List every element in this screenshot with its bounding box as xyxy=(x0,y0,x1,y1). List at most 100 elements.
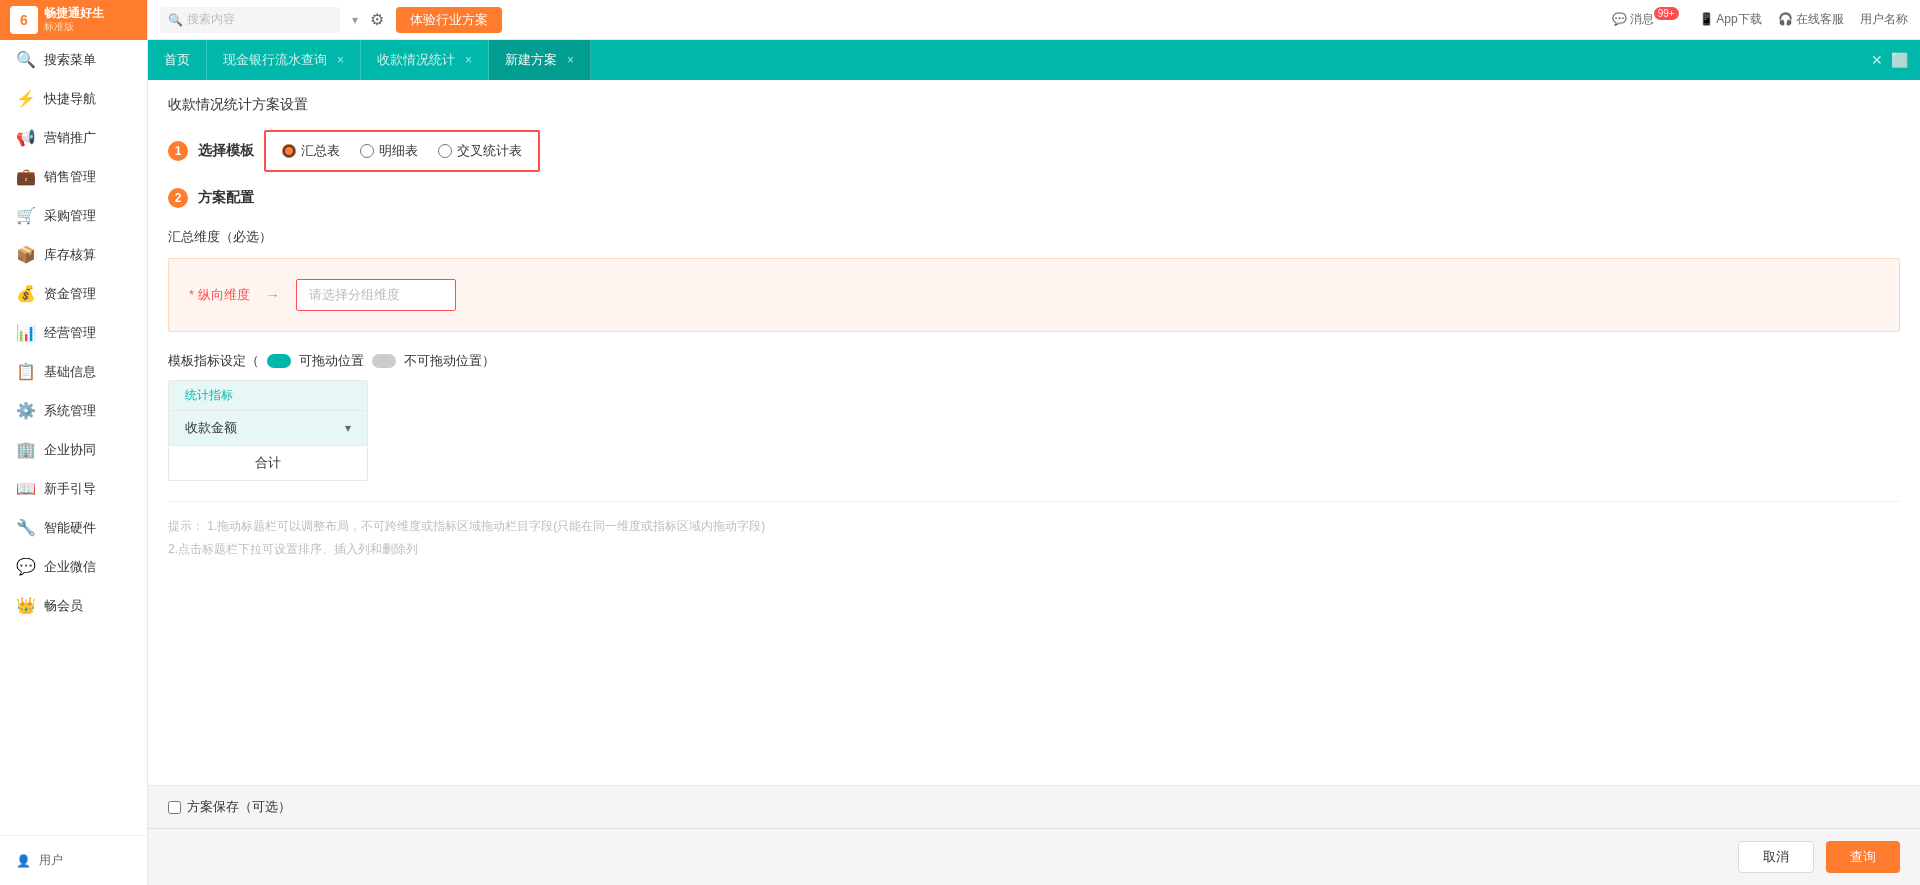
tab-receipt-stats-close[interactable]: × xyxy=(465,53,472,67)
logo-icon: 6 xyxy=(10,6,38,34)
logo-text: 畅捷通好生 xyxy=(44,6,104,20)
message-label[interactable]: 💬 消息 99+ xyxy=(1612,11,1683,28)
trial-industry-button[interactable]: 体验行业方案 xyxy=(396,7,502,33)
tab-new-plan[interactable]: 新建方案 × xyxy=(489,40,591,80)
draggable-label: 可拖动位置 xyxy=(299,352,364,370)
sidebar-item-label: 快捷导航 xyxy=(44,90,96,108)
tabbar: 首页 现金银行流水查询 × 收款情况统计 × 新建方案 × ✕ ⬜ xyxy=(148,40,1920,80)
sidebar-item-cooperation[interactable]: 🏢 企业协同 xyxy=(0,430,147,469)
sidebar-item-wechat[interactable]: 💬 企业微信 xyxy=(0,547,147,586)
tips-section: 提示： 1.拖动标题栏可以调整布局，不可跨维度或指标区域拖动栏目字段(只能在同一… xyxy=(168,501,1900,558)
user-info[interactable]: 用户名称 xyxy=(1860,11,1908,28)
logo-badge: 标准版 xyxy=(44,20,104,34)
sidebar-item-marketing[interactable]: 📢 营销推广 xyxy=(0,118,147,157)
inventory-icon: 📦 xyxy=(16,245,36,264)
template-radio-group: 汇总表 明细表 交叉统计表 xyxy=(282,142,522,160)
metrics-cell-amount[interactable]: 收款金额 ▾ xyxy=(169,411,367,445)
save-plan-checkbox-label[interactable]: 方案保存（可选） xyxy=(168,798,291,816)
sidebar-item-member[interactable]: 👑 畅会员 xyxy=(0,586,147,625)
maximize-window-icon[interactable]: ⬜ xyxy=(1891,52,1908,68)
app-download-label[interactable]: 📱 App下载 xyxy=(1699,11,1762,28)
content-area: 收款情况统计方案设置 1 选择模板 汇总表 明细表 xyxy=(148,80,1920,885)
close-window-icon[interactable]: ✕ xyxy=(1871,52,1883,68)
sidebar-item-finance[interactable]: 💰 资金管理 xyxy=(0,274,147,313)
section2-header: 2 方案配置 xyxy=(168,188,1900,208)
sidebar-item-label: 库存核算 xyxy=(44,246,96,264)
sidebar-item-purchase[interactable]: 🛒 采购管理 xyxy=(0,196,147,235)
footer-actions: 取消 查询 xyxy=(148,828,1920,885)
quicknav-icon: ⚡ xyxy=(16,89,36,108)
metrics-cell-amount-label: 收款金额 xyxy=(185,419,237,437)
tab-cash-flow-close[interactable]: × xyxy=(337,53,344,67)
search-placeholder-text: 搜索内容 xyxy=(187,11,235,28)
system-icon: ⚙️ xyxy=(16,401,36,420)
query-button[interactable]: 查询 xyxy=(1826,841,1900,873)
sidebar-item-system[interactable]: ⚙️ 系统管理 xyxy=(0,391,147,430)
tab-receipt-stats[interactable]: 收款情况统计 × xyxy=(361,40,489,80)
wechat-icon: 💬 xyxy=(16,557,36,576)
non-draggable-label: 不可拖动位置） xyxy=(404,352,495,370)
metrics-label-prefix: 模板指标设定（ xyxy=(168,352,259,370)
section2-title: 方案配置 xyxy=(198,189,254,207)
sales-icon: 💼 xyxy=(16,167,36,186)
tab-cash-flow-label: 现金银行流水查询 xyxy=(223,51,327,69)
app-logo: 6 畅捷通好生 标准版 xyxy=(0,0,147,40)
member-icon: 👑 xyxy=(16,596,36,615)
sidebar-item-label: 搜索菜单 xyxy=(44,51,96,69)
dropdown-arrow-icon[interactable]: ▾ xyxy=(352,13,358,27)
sidebar-bottom: 👤 用户 xyxy=(0,835,147,885)
tab-cash-flow[interactable]: 现金银行流水查询 × xyxy=(207,40,361,80)
template-summary-label: 汇总表 xyxy=(301,142,340,160)
template-cross-radio[interactable]: 交叉统计表 xyxy=(438,142,522,160)
template-cross-input[interactable] xyxy=(438,144,452,158)
search-icon: 🔍 xyxy=(168,13,183,27)
template-detail-label: 明细表 xyxy=(379,142,418,160)
dimension-select-dropdown[interactable]: 请选择分组维度 xyxy=(296,279,456,311)
sidebar-bottom-user[interactable]: 👤 用户 xyxy=(0,844,147,877)
content-inner: 收款情况统计方案设置 1 选择模板 汇总表 明细表 xyxy=(148,80,1920,785)
sidebar-item-label: 经营管理 xyxy=(44,324,96,342)
sidebar-item-label: 销售管理 xyxy=(44,168,96,186)
template-detail-input[interactable] xyxy=(360,144,374,158)
sidebar-item-basicinfo[interactable]: 📋 基础信息 xyxy=(0,352,147,391)
metrics-table: 统计指标 收款金额 ▾ 合计 xyxy=(168,380,368,481)
section2-num: 2 xyxy=(168,188,188,208)
sidebar-item-label: 采购管理 xyxy=(44,207,96,225)
dimension-arrow: → xyxy=(266,287,280,303)
sidebar-item-guide[interactable]: 📖 新手引导 xyxy=(0,469,147,508)
dimension-row: * 纵向维度 → 请选择分组维度 xyxy=(189,279,1879,311)
save-plan-label: 方案保存（可选） xyxy=(187,798,291,816)
tab-new-plan-close[interactable]: × xyxy=(567,53,574,67)
sidebar-item-label: 智能硬件 xyxy=(44,519,96,537)
tab-home-label: 首页 xyxy=(164,51,190,69)
save-plan-checkbox[interactable] xyxy=(168,801,181,814)
sidebar-item-label: 基础信息 xyxy=(44,363,96,381)
sidebar-item-label: 系统管理 xyxy=(44,402,96,420)
sidebar-item-hardware[interactable]: 🔧 智能硬件 xyxy=(0,508,147,547)
topbar-gear-icon[interactable]: ⚙ xyxy=(370,10,384,29)
template-detail-radio[interactable]: 明细表 xyxy=(360,142,418,160)
template-summary-radio[interactable]: 汇总表 xyxy=(282,142,340,160)
metrics-dropdown-arrow-icon[interactable]: ▾ xyxy=(345,421,351,435)
sidebar-item-label: 新手引导 xyxy=(44,480,96,498)
template-summary-input[interactable] xyxy=(282,144,296,158)
window-controls: ✕ ⬜ xyxy=(1859,40,1920,80)
sidebar-item-quicknav[interactable]: ⚡ 快捷导航 xyxy=(0,79,147,118)
sidebar-item-sales[interactable]: 💼 销售管理 xyxy=(0,157,147,196)
notification-badge: 99+ xyxy=(1654,7,1679,20)
sidebar-item-management[interactable]: 📊 经营管理 xyxy=(0,313,147,352)
marketing-icon: 📢 xyxy=(16,128,36,147)
main-area: 🔍 搜索内容 ▾ ⚙ 体验行业方案 💬 消息 99+ 📱 App下载 🎧 在线客… xyxy=(148,0,1920,885)
tab-home[interactable]: 首页 xyxy=(148,40,207,80)
vertical-dimension-label: * 纵向维度 xyxy=(189,286,250,304)
sidebar-nav: 🔍 搜索菜单 ⚡ 快捷导航 📢 营销推广 💼 销售管理 🛒 采购管理 📦 库存核… xyxy=(0,40,147,835)
online-service-label[interactable]: 🎧 在线客服 xyxy=(1778,11,1844,28)
topbar-search-box[interactable]: 🔍 搜索内容 xyxy=(160,7,340,33)
sidebar-item-inventory[interactable]: 📦 库存核算 xyxy=(0,235,147,274)
guide-icon: 📖 xyxy=(16,479,36,498)
purchase-icon: 🛒 xyxy=(16,206,36,225)
sidebar-item-label: 畅会员 xyxy=(44,597,83,615)
sidebar-item-search[interactable]: 🔍 搜索菜单 xyxy=(0,40,147,79)
draggable-toggle-on xyxy=(267,354,291,368)
cancel-button[interactable]: 取消 xyxy=(1738,841,1814,873)
